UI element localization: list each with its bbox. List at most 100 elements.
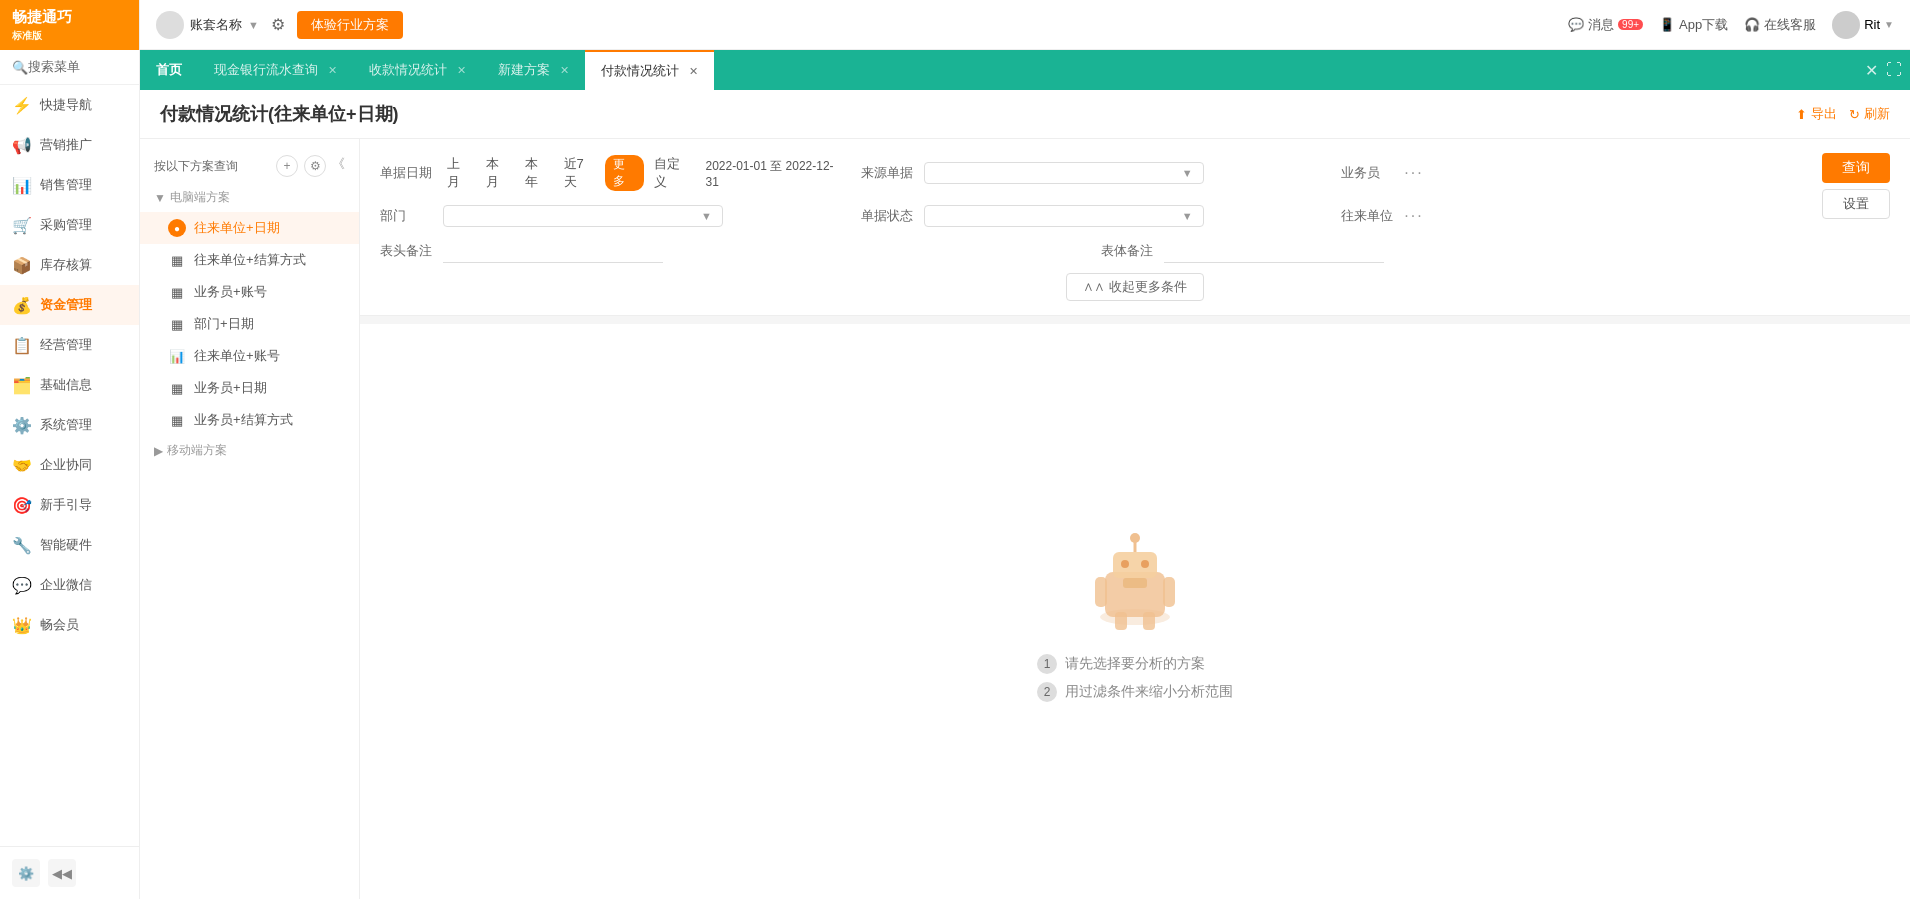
scheme-item-staff-account[interactable]: ▦ 业务员+账号: [140, 276, 359, 308]
filter-settings-button[interactable]: 设置: [1822, 189, 1890, 219]
filter-dept-group: 部门 ▼: [380, 205, 841, 227]
scheme-settings-icon[interactable]: ⚙: [304, 155, 326, 177]
sidebar: 畅捷通巧 标准版 🔍 搜索菜单 ⚡ 快捷导航 📢 营销推广 📊 销售管理 🛒 采…: [0, 0, 140, 899]
tab-home[interactable]: 首页: [140, 50, 198, 90]
sidebar-item-marketing[interactable]: 📢 营销推广: [0, 125, 139, 165]
sidebar-item-operation[interactable]: 📋 经营管理: [0, 325, 139, 365]
doc-status-label: 单据状态: [861, 207, 916, 225]
phone-icon: 📱: [1659, 17, 1675, 32]
messages-badge: 99+: [1618, 19, 1643, 30]
collapse-conditions-button[interactable]: ∧∧ 收起更多条件: [1066, 273, 1204, 301]
empty-tips: 1 请先选择要分析的方案 2 用过滤条件来缩小分析范围: [1037, 654, 1233, 702]
sidebar-item-wechat[interactable]: 💬 企业微信: [0, 565, 139, 605]
tab-receipt-stats-close[interactable]: ✕: [457, 64, 466, 77]
scheme-item-label: 业务员+日期: [194, 379, 267, 397]
left-panel: 按以下方案查询 + ⚙ 《 ▼ 电脑端方案 ● 往来单位+日期: [140, 139, 360, 899]
quick-nav-icon: ⚡: [12, 95, 32, 115]
sidebar-item-member[interactable]: 👑 畅会员: [0, 605, 139, 645]
sidebar-bottom: ⚙️ ◀◀: [0, 846, 139, 899]
sidebar-item-hardware[interactable]: 🔧 智能硬件: [0, 525, 139, 565]
settings-gear-icon[interactable]: ⚙: [271, 15, 285, 34]
sidebar-item-label: 企业协同: [40, 456, 92, 474]
tab-new-scheme[interactable]: 新建方案 ✕: [482, 50, 585, 90]
dept-select[interactable]: ▼: [443, 205, 723, 227]
scheme-item-dept-date[interactable]: ▦ 部门+日期: [140, 308, 359, 340]
date-opt-this-year[interactable]: 本年: [521, 153, 554, 193]
collapse-panel-icon[interactable]: 《: [332, 155, 345, 177]
sidebar-item-system[interactable]: ⚙️ 系统管理: [0, 405, 139, 445]
topbar-user[interactable]: Rit ▼: [1832, 11, 1894, 39]
header-note-input[interactable]: [443, 239, 663, 263]
page-header-actions: ⬆ 导出 ↻ 刷新: [1796, 105, 1890, 123]
tab-new-scheme-close[interactable]: ✕: [560, 64, 569, 77]
online-service-action[interactable]: 🎧 在线客服: [1744, 16, 1816, 34]
sidebar-item-purchase[interactable]: 🛒 采购管理: [0, 205, 139, 245]
purchase-icon: 🛒: [12, 215, 32, 235]
collapse-sidebar-icon[interactable]: ◀◀: [48, 859, 76, 887]
table-icon-3: ▦: [168, 315, 186, 333]
date-label: 单据日期: [380, 164, 435, 182]
tab-bank-flow[interactable]: 现金银行流水查询 ✕: [198, 50, 353, 90]
scheme-item-staff-date[interactable]: ▦ 业务员+日期: [140, 372, 359, 404]
body-note-input[interactable]: [1164, 239, 1384, 263]
sidebar-item-enterprise[interactable]: 🤝 企业协同: [0, 445, 139, 485]
content-area: 付款情况统计(往来单位+日期) ⬆ 导出 ↻ 刷新 按以下方案查询 +: [140, 90, 1910, 899]
wechat-icon: 💬: [12, 575, 32, 595]
source-label: 来源单据: [861, 164, 916, 182]
settings-bottom-icon[interactable]: ⚙️: [12, 859, 40, 887]
collapse-label: 收起更多条件: [1109, 279, 1187, 294]
messages-action[interactable]: 💬 消息 99+: [1568, 16, 1643, 34]
source-select[interactable]: ▼: [924, 162, 1204, 184]
date-opt-7days[interactable]: 近7天: [560, 153, 600, 193]
tab-new-scheme-label: 新建方案: [498, 61, 550, 79]
sidebar-item-fund[interactable]: 💰 资金管理: [0, 285, 139, 325]
sidebar-item-guide[interactable]: 🎯 新手引导: [0, 485, 139, 525]
query-button[interactable]: 查询: [1822, 153, 1890, 183]
export-button[interactable]: ⬆ 导出: [1796, 105, 1837, 123]
filter-header-note-group: 表头备注: [380, 239, 1081, 263]
sidebar-search[interactable]: 🔍 搜索菜单: [0, 50, 139, 85]
add-scheme-icon[interactable]: +: [276, 155, 298, 177]
date-opt-this-month[interactable]: 本月: [482, 153, 515, 193]
tab-payment-stats-close[interactable]: ✕: [689, 65, 698, 78]
sidebar-item-inventory[interactable]: 📦 库存核算: [0, 245, 139, 285]
close-all-tabs-icon[interactable]: ✕: [1865, 61, 1878, 80]
tab-bank-flow-close[interactable]: ✕: [328, 64, 337, 77]
marketing-icon: 📢: [12, 135, 32, 155]
refresh-button[interactable]: ↻ 刷新: [1849, 105, 1890, 123]
topbar: 账套名称 ▼ ⚙ 体验行业方案 💬 消息 99+ 📱 App下载 🎧 在线客服 …: [140, 0, 1910, 50]
tab-receipt-stats[interactable]: 收款情况统计 ✕: [353, 50, 482, 90]
app-download-action[interactable]: 📱 App下载: [1659, 16, 1728, 34]
filter-row-3: 表头备注 表体备注: [380, 239, 1802, 263]
sidebar-item-sales[interactable]: 📊 销售管理: [0, 165, 139, 205]
tab-payment-stats[interactable]: 付款情况统计 ✕: [585, 50, 714, 90]
section-mobile[interactable]: ▶ 移动端方案: [140, 436, 359, 465]
scheme-item-label: 往来单位+账号: [194, 347, 280, 365]
sidebar-item-label: 畅会员: [40, 616, 79, 634]
date-opt-more[interactable]: 更多: [605, 155, 644, 191]
headset-icon: 🎧: [1744, 17, 1760, 32]
sales-icon: 📊: [12, 175, 32, 195]
maximize-icon[interactable]: ⛶: [1886, 61, 1902, 79]
date-opt-last-month[interactable]: 上月: [443, 153, 476, 193]
scheme-item-partner-date[interactable]: ● 往来单位+日期: [140, 212, 359, 244]
doc-status-select[interactable]: ▼: [924, 205, 1204, 227]
scheme-item-partner-account[interactable]: 📊 往来单位+账号: [140, 340, 359, 372]
date-opt-custom[interactable]: 自定义: [650, 153, 695, 193]
staff-dots[interactable]: ···: [1404, 164, 1423, 182]
svg-rect-8: [1115, 612, 1127, 630]
scheme-item-staff-settle[interactable]: ▦ 业务员+结算方式: [140, 404, 359, 436]
user-name: Rit: [1864, 17, 1880, 32]
main-area: 账套名称 ▼ ⚙ 体验行业方案 💬 消息 99+ 📱 App下载 🎧 在线客服 …: [140, 0, 1910, 899]
trial-btn[interactable]: 体验行业方案: [297, 11, 403, 39]
dept-label: 部门: [380, 207, 435, 225]
sidebar-item-quick-nav[interactable]: ⚡ 快捷导航: [0, 85, 139, 125]
sidebar-item-basic[interactable]: 🗂️ 基础信息: [0, 365, 139, 405]
sidebar-item-label: 经营管理: [40, 336, 92, 354]
partner-dots[interactable]: ···: [1404, 207, 1423, 225]
scheme-item-partner-settle[interactable]: ▦ 往来单位+结算方式: [140, 244, 359, 276]
section-pc[interactable]: ▼ 电脑端方案: [140, 183, 359, 212]
topbar-actions: 💬 消息 99+ 📱 App下载 🎧 在线客服 Rit ▼: [1568, 11, 1894, 39]
sidebar-item-label: 基础信息: [40, 376, 92, 394]
scheme-item-label: 业务员+账号: [194, 283, 267, 301]
